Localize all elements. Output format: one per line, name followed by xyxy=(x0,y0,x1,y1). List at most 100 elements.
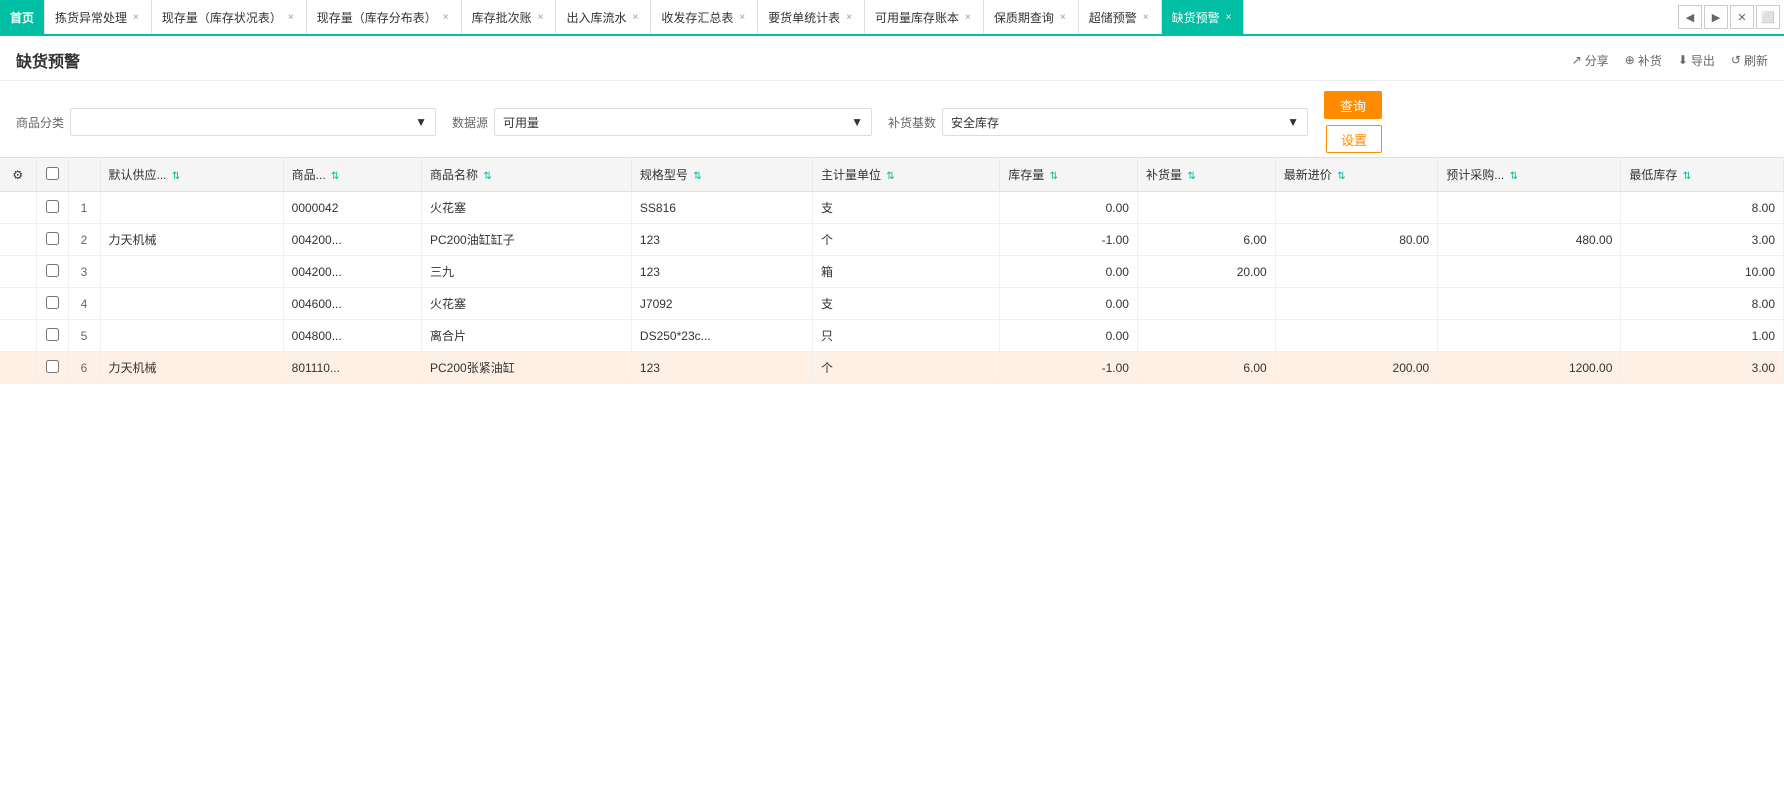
nav-controls: ◀ ▶ ✕ ⬜ xyxy=(1678,5,1784,29)
tab-available-ledger[interactable]: 可用量库存账本 × xyxy=(865,0,984,35)
row-check-0[interactable] xyxy=(46,200,59,213)
row-check-4[interactable] xyxy=(46,328,59,341)
row-check-2[interactable] xyxy=(46,264,59,277)
filter-replenish-arrow: ▼ xyxy=(1287,115,1299,129)
row-checkbox-0[interactable] xyxy=(36,192,68,224)
filter-replenish-select[interactable]: 安全库存 ▼ xyxy=(942,108,1308,136)
close-tab-overstock[interactable]: × xyxy=(1141,12,1151,23)
share-button[interactable]: ↗ 分享 xyxy=(1572,52,1609,69)
nav-next-btn[interactable]: ▶ xyxy=(1704,5,1728,29)
row-check-1[interactable] xyxy=(46,232,59,245)
tab-overstock[interactable]: 超储预警 × xyxy=(1079,0,1162,35)
row-supplier-0 xyxy=(100,192,283,224)
row-settings-0 xyxy=(0,192,36,224)
col-header-unit[interactable]: 主计量单位 ⇅ xyxy=(812,158,999,192)
col-header-product-code[interactable]: 商品... ⇅ xyxy=(283,158,421,192)
tab-order-stats[interactable]: 要货单统计表 × xyxy=(758,0,865,35)
col-header-stock[interactable]: 库存量 ⇅ xyxy=(1000,158,1138,192)
row-checkbox-1[interactable] xyxy=(36,224,68,256)
tab-shortage[interactable]: 缺货预警 × xyxy=(1162,0,1245,35)
filter-category-select[interactable]: ▼ xyxy=(70,108,436,136)
row-replenish-0 xyxy=(1137,192,1275,224)
col-header-settings[interactable]: ⚙ xyxy=(0,158,36,192)
row-spec-3: J7092 xyxy=(631,288,812,320)
row-checkbox-3[interactable] xyxy=(36,288,68,320)
row-spec-2: 123 xyxy=(631,256,812,288)
nav-expand-btn[interactable]: ⬜ xyxy=(1756,5,1780,29)
col-header-supplier[interactable]: 默认供应... ⇅ xyxy=(100,158,283,192)
close-tab-inout-flow[interactable]: × xyxy=(630,12,640,23)
row-index-4: 5 xyxy=(68,320,100,352)
col-header-replenish-qty[interactable]: 补货量 ⇅ xyxy=(1137,158,1275,192)
settings-button[interactable]: 设置 xyxy=(1326,125,1382,153)
close-tab-receive-summary[interactable]: × xyxy=(737,12,747,23)
tab-batch-account[interactable]: 库存批次账 × xyxy=(462,0,557,35)
select-all-checkbox[interactable] xyxy=(46,167,59,180)
tab-inventory-status[interactable]: 现存量（库存状况表） × xyxy=(152,0,307,35)
row-checkbox-2[interactable] xyxy=(36,256,68,288)
row-checkbox-5[interactable] xyxy=(36,352,68,384)
tab-home[interactable]: 首页 xyxy=(0,0,45,35)
close-tab-inventory-status[interactable]: × xyxy=(286,12,296,23)
row-minstock-2: 10.00 xyxy=(1621,256,1784,288)
gear-icon: ⚙ xyxy=(12,168,23,182)
table-header-row: ⚙ 默认供应... ⇅ 商品... ⇅ 商品名称 xyxy=(0,158,1784,192)
filter-category: 商品分类 ▼ xyxy=(16,108,436,136)
close-tab-shortage[interactable]: × xyxy=(1224,12,1234,23)
col-header-spec[interactable]: 规格型号 ⇅ xyxy=(631,158,812,192)
refresh-button[interactable]: ↺ 刷新 xyxy=(1731,52,1768,69)
row-replenish-4 xyxy=(1137,320,1275,352)
sort-spec-icon: ⇅ xyxy=(693,171,701,182)
close-tab-expiry-query[interactable]: × xyxy=(1058,12,1068,23)
top-nav: 首页 拣货异常处理 × 现存量（库存状况表） × 现存量（库存分布表） × 库存… xyxy=(0,0,1784,36)
tab-inventory-dist[interactable]: 现存量（库存分布表） × xyxy=(307,0,462,35)
table-row: 1 0000042 火花塞 SS816 支 0.00 8.00 xyxy=(0,192,1784,224)
row-unit-1: 个 xyxy=(812,224,999,256)
export-button[interactable]: ⬇ 导出 xyxy=(1678,52,1715,69)
share-icon: ↗ xyxy=(1572,53,1582,67)
close-tab-order-stats[interactable]: × xyxy=(844,12,854,23)
close-tab-inventory-dist[interactable]: × xyxy=(441,12,451,23)
nav-close-btn[interactable]: ✕ xyxy=(1730,5,1754,29)
tab-receive-summary[interactable]: 收发存汇总表 × xyxy=(651,0,758,35)
close-tab-batch-account[interactable]: × xyxy=(536,12,546,23)
col-header-est-purchase[interactable]: 预计采购... ⇅ xyxy=(1438,158,1621,192)
row-settings-2 xyxy=(0,256,36,288)
row-spec-5: 123 xyxy=(631,352,812,384)
replenish-button[interactable]: ⊕ 补货 xyxy=(1625,52,1662,69)
row-code-4: 004800... xyxy=(283,320,421,352)
filter-datasource-label: 数据源 xyxy=(452,114,488,131)
tab-expiry-query[interactable]: 保质期查询 × xyxy=(984,0,1079,35)
filter-area: 商品分类 ▼ 数据源 可用量 ▼ 补货基数 安全库存 ▼ 查询 设置 xyxy=(0,81,1784,157)
row-replenish-3 xyxy=(1137,288,1275,320)
col-header-min-stock[interactable]: 最低库存 ⇅ xyxy=(1621,158,1784,192)
row-spec-1: 123 xyxy=(631,224,812,256)
tab-abnormal[interactable]: 拣货异常处理 × xyxy=(45,0,152,35)
row-checkbox-4[interactable] xyxy=(36,320,68,352)
filter-datasource-select[interactable]: 可用量 ▼ xyxy=(494,108,872,136)
page-title: 缺货预警 xyxy=(16,48,80,72)
col-header-product-name[interactable]: 商品名称 ⇅ xyxy=(422,158,632,192)
header-actions: ↗ 分享 ⊕ 补货 ⬇ 导出 ↺ 刷新 xyxy=(1572,52,1768,69)
row-supplier-5: 力天机械 xyxy=(100,352,283,384)
row-est-1: 480.00 xyxy=(1438,224,1621,256)
tab-inout-flow[interactable]: 出入库流水 × xyxy=(556,0,651,35)
row-index-0: 1 xyxy=(68,192,100,224)
row-supplier-1: 力天机械 xyxy=(100,224,283,256)
table-wrapper: ⚙ 默认供应... ⇅ 商品... ⇅ 商品名称 xyxy=(0,157,1784,384)
row-code-2: 004200... xyxy=(283,256,421,288)
col-header-checkbox[interactable] xyxy=(36,158,68,192)
row-settings-5 xyxy=(0,352,36,384)
row-code-0: 0000042 xyxy=(283,192,421,224)
nav-prev-btn[interactable]: ◀ xyxy=(1678,5,1702,29)
data-table: ⚙ 默认供应... ⇅ 商品... ⇅ 商品名称 xyxy=(0,157,1784,384)
col-header-latest-price[interactable]: 最新进价 ⇅ xyxy=(1275,158,1438,192)
query-button[interactable]: 查询 xyxy=(1324,91,1382,119)
row-check-3[interactable] xyxy=(46,296,59,309)
row-check-5[interactable] xyxy=(46,360,59,373)
row-replenish-2: 20.00 xyxy=(1137,256,1275,288)
row-index-2: 3 xyxy=(68,256,100,288)
row-minstock-4: 1.00 xyxy=(1621,320,1784,352)
close-tab-abnormal[interactable]: × xyxy=(131,12,141,23)
close-tab-available-ledger[interactable]: × xyxy=(963,12,973,23)
